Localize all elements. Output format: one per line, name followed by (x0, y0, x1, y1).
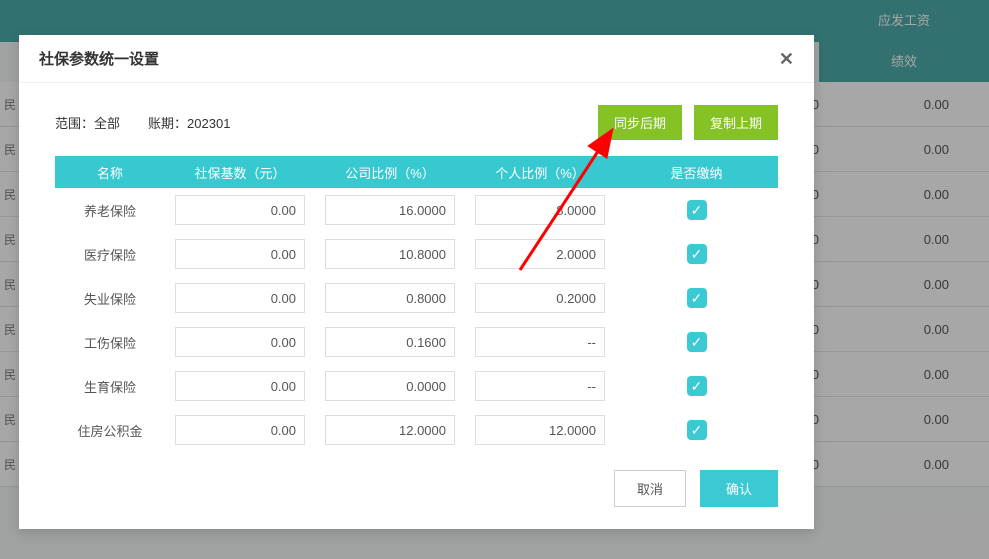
modal-title: 社保参数统一设置 (39, 51, 159, 68)
company-ratio-input[interactable] (325, 239, 455, 269)
base-input[interactable] (175, 415, 305, 445)
copy-previous-button[interactable]: 复制上期 (694, 105, 778, 140)
row-name: 工伤保险 (55, 333, 165, 352)
modal-toolbar: 范围：全部 账期：202301 同步后期 复制上期 (55, 93, 778, 156)
personal-ratio-input[interactable] (475, 239, 605, 269)
table-row: 失业保险 ✓ (55, 276, 778, 320)
personal-ratio-input[interactable] (475, 415, 605, 445)
row-name: 失业保险 (55, 289, 165, 308)
pay-checkbox[interactable]: ✓ (687, 376, 707, 396)
sync-later-button[interactable]: 同步后期 (598, 105, 682, 140)
row-name: 住房公积金 (55, 421, 165, 440)
pay-checkbox[interactable]: ✓ (687, 420, 707, 440)
base-input[interactable] (175, 239, 305, 269)
personal-ratio-input[interactable] (475, 195, 605, 225)
table-header: 名称 社保基数（元） 公司比例（%） 个人比例（%） 是否缴纳 (55, 156, 778, 188)
company-ratio-input[interactable] (325, 195, 455, 225)
pay-checkbox[interactable]: ✓ (687, 244, 707, 264)
th-personal: 个人比例（%） (465, 163, 615, 182)
personal-ratio-input[interactable] (475, 327, 605, 357)
period-value: 202301 (187, 116, 230, 131)
table-row: 生育保险 ✓ (55, 364, 778, 408)
modal-footer: 取消 确认 (55, 452, 778, 511)
modal-header: 社保参数统一设置 ✕ (19, 35, 814, 83)
pay-checkbox[interactable]: ✓ (687, 200, 707, 220)
company-ratio-input[interactable] (325, 415, 455, 445)
row-name: 生育保险 (55, 377, 165, 396)
company-ratio-input[interactable] (325, 371, 455, 401)
base-input[interactable] (175, 327, 305, 357)
row-name: 养老保险 (55, 201, 165, 220)
period-label: 账期： (148, 116, 187, 131)
close-icon[interactable]: ✕ (773, 47, 800, 72)
th-pay: 是否缴纳 (615, 163, 778, 182)
table-row: 工伤保险 ✓ (55, 320, 778, 364)
table-body: 养老保险 ✓ 医疗保险 ✓ 失业保险 ✓ 工伤保险 ✓ 生育保险 ✓ 住房公积金 ✓ (55, 188, 778, 452)
table-row: 住房公积金 ✓ (55, 408, 778, 452)
th-company: 公司比例（%） (315, 163, 465, 182)
company-ratio-input[interactable] (325, 283, 455, 313)
base-input[interactable] (175, 371, 305, 401)
pay-checkbox[interactable]: ✓ (687, 332, 707, 352)
th-name: 名称 (55, 163, 165, 182)
table-row: 医疗保险 ✓ (55, 232, 778, 276)
row-name: 医疗保险 (55, 245, 165, 264)
th-base: 社保基数（元） (165, 163, 315, 182)
personal-ratio-input[interactable] (475, 371, 605, 401)
social-insurance-settings-modal: 社保参数统一设置 ✕ 范围：全部 账期：202301 同步后期 复制上期 名称 … (19, 35, 814, 529)
scope-text: 范围：全部 (55, 113, 120, 132)
scope-label: 范围： (55, 116, 94, 131)
pay-checkbox[interactable]: ✓ (687, 288, 707, 308)
cancel-button[interactable]: 取消 (614, 470, 686, 507)
scope-value: 全部 (94, 116, 120, 131)
personal-ratio-input[interactable] (475, 283, 605, 313)
modal-body: 范围：全部 账期：202301 同步后期 复制上期 名称 社保基数（元） 公司比… (19, 83, 814, 529)
company-ratio-input[interactable] (325, 327, 455, 357)
base-input[interactable] (175, 195, 305, 225)
table-row: 养老保险 ✓ (55, 188, 778, 232)
insurance-table: 名称 社保基数（元） 公司比例（%） 个人比例（%） 是否缴纳 养老保险✓医疗保… (55, 156, 778, 452)
base-input[interactable] (175, 283, 305, 313)
period-text: 账期：202301 (148, 113, 230, 132)
confirm-button[interactable]: 确认 (700, 470, 778, 507)
